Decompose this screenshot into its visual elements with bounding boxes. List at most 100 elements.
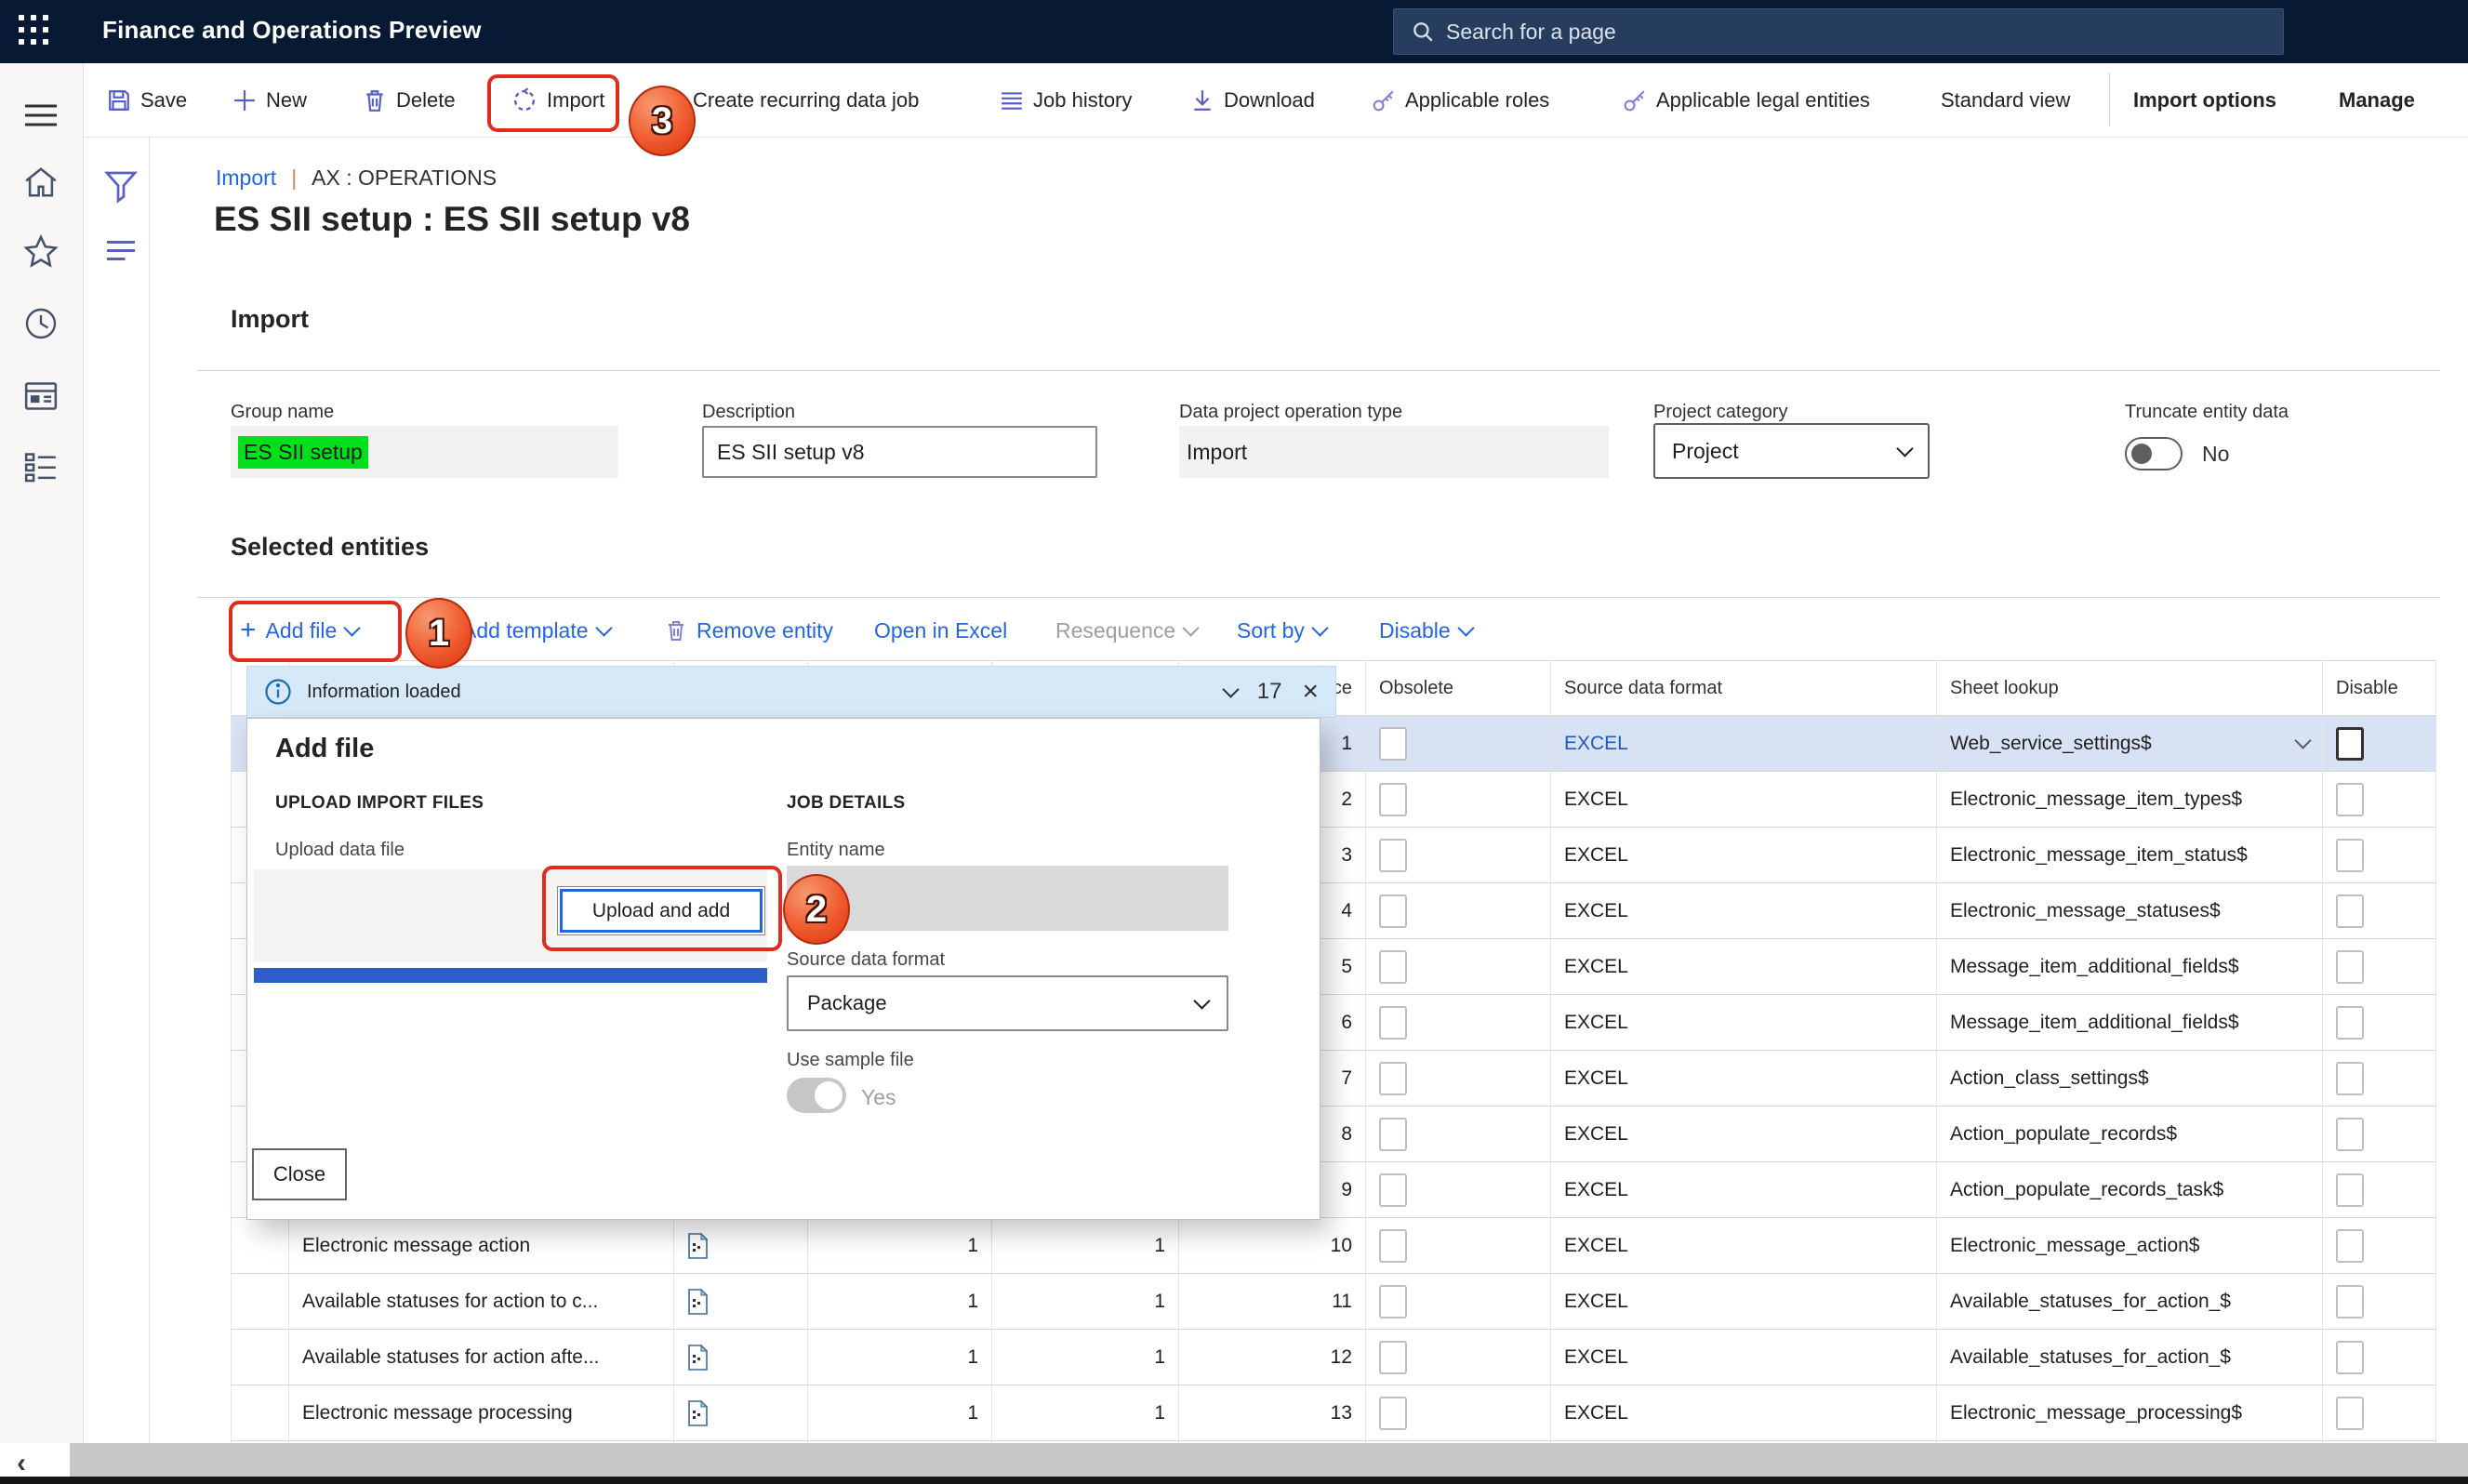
disable-checkbox[interactable] (2336, 1340, 2364, 1374)
entity-icon-cell[interactable] (674, 1274, 808, 1330)
close-icon[interactable]: × (1302, 678, 1319, 706)
sheet-lookup-cell[interactable]: Action_populate_records_task$ (1937, 1162, 2323, 1218)
disable-checkbox[interactable] (2336, 782, 2364, 816)
table-row[interactable]: Electronic message action 1 1 10 EXCEL Electr… (231, 1218, 2436, 1274)
row-selector-cell[interactable] (231, 1385, 289, 1441)
truncate-toggle[interactable] (2125, 437, 2183, 470)
sheet-lookup-cell[interactable]: Electronic_message_action$ (1937, 1218, 2323, 1274)
obsolete-checkbox[interactable] (1379, 894, 1407, 928)
download-button[interactable]: Download (1190, 63, 1315, 137)
disable-checkbox[interactable] (2336, 726, 2364, 761)
row-selector-cell[interactable] (231, 1218, 289, 1274)
row-selector-cell[interactable] (231, 1330, 289, 1385)
home-icon[interactable] (22, 164, 60, 201)
obsolete-cell (1366, 1051, 1551, 1106)
applicable-legal-entities-button[interactable]: Applicable legal entities (1623, 63, 1870, 137)
obsolete-checkbox[interactable] (1379, 949, 1407, 984)
sheet-lookup-cell[interactable]: Electronic_message_item_status$ (1937, 828, 2323, 883)
workspaces-icon[interactable] (22, 378, 60, 415)
modules-list-icon[interactable] (22, 448, 60, 485)
obsolete-checkbox[interactable] (1379, 1061, 1407, 1095)
source-format-cell: EXCEL (1551, 1051, 1937, 1106)
disable-checkbox[interactable] (2336, 1173, 2364, 1207)
header-source-format[interactable]: Source data format (1551, 661, 1937, 716)
sheet-lookup-cell[interactable]: Action_class_settings$ (1937, 1051, 2323, 1106)
project-category-select[interactable]: Project (1653, 423, 1930, 479)
description-input[interactable] (702, 426, 1097, 478)
obsolete-checkbox[interactable] (1379, 1340, 1407, 1374)
global-search-input[interactable]: Search for a page (1393, 8, 2284, 55)
table-row[interactable]: Available statuses for action afte... 1 1 1… (231, 1330, 2436, 1385)
source-format-cell: EXCEL (1551, 716, 1937, 772)
disable-checkbox[interactable] (2336, 1396, 2364, 1430)
breadcrumb-import-link[interactable]: Import (216, 166, 276, 191)
table-row[interactable]: Available statuses for action to c... 1 1 1… (231, 1274, 2436, 1330)
disable-checkbox[interactable] (2336, 1284, 2364, 1318)
disable-checkbox[interactable] (2336, 949, 2364, 984)
group-name-field[interactable]: ES SII setup (231, 426, 618, 478)
obsolete-cell (1366, 1274, 1551, 1330)
sheet-lookup-cell[interactable]: Message_item_additional_fields$ (1937, 939, 2323, 995)
dialog-close-button[interactable]: Close (252, 1148, 347, 1200)
sheet-lookup-cell[interactable]: Web_service_settings$ (1937, 716, 2323, 772)
source-format-select[interactable]: Package (787, 975, 1228, 1031)
disable-checkbox[interactable] (2336, 894, 2364, 928)
obsolete-checkbox[interactable] (1379, 1284, 1407, 1318)
obsolete-checkbox[interactable] (1379, 838, 1407, 872)
chevron-down-icon[interactable] (1222, 680, 1240, 698)
hamburger-menu-icon[interactable] (22, 97, 60, 134)
chevron-down-icon (1896, 439, 1914, 457)
obsolete-checkbox[interactable] (1379, 1005, 1407, 1040)
sheet-lookup-cell[interactable]: Message_item_additional_fields$ (1937, 995, 2323, 1051)
sheet-lookup-cell[interactable]: Electronic_message_processing$ (1937, 1385, 2323, 1441)
sort-by-button[interactable]: Sort by (1237, 606, 1329, 655)
job-history-button[interactable]: Job history (1000, 63, 1132, 137)
disable-checkbox[interactable] (2336, 1117, 2364, 1151)
obsolete-checkbox[interactable] (1379, 1228, 1407, 1263)
disable-checkbox[interactable] (2336, 838, 2364, 872)
waffle-menu-icon[interactable] (19, 15, 54, 50)
applicable-roles-button[interactable]: Applicable roles (1372, 63, 1549, 137)
obsolete-checkbox[interactable] (1379, 1396, 1407, 1430)
standard-view-button[interactable]: Standard view (1941, 63, 2070, 137)
disable-button[interactable]: Disable (1379, 606, 1475, 655)
chevron-down-icon[interactable] (2294, 732, 2312, 749)
sheet-lookup-cell[interactable]: Action_populate_records$ (1937, 1106, 2323, 1162)
entity-icon-cell[interactable] (674, 1385, 808, 1441)
new-button[interactable]: New (232, 63, 307, 137)
count-cell-1: 1 (808, 1330, 992, 1385)
header-disable[interactable]: Disable (2323, 661, 2436, 716)
entity-icon-cell[interactable] (674, 1218, 808, 1274)
obsolete-checkbox[interactable] (1379, 782, 1407, 816)
save-button[interactable]: Save (107, 63, 187, 137)
import-options-tab[interactable]: Import options (2133, 63, 2276, 137)
remove-entity-button[interactable]: Remove entity (665, 606, 833, 655)
sheet-lookup-cell[interactable]: Available_statuses_for_action_$ (1937, 1330, 2323, 1385)
obsolete-checkbox[interactable] (1379, 1117, 1407, 1151)
sheet-lookup-cell[interactable]: Electronic_message_item_types$ (1937, 772, 2323, 828)
filter-icon[interactable] (104, 167, 138, 206)
project-category-label: Project category (1653, 402, 1788, 422)
obsolete-checkbox[interactable] (1379, 1173, 1407, 1207)
disable-checkbox[interactable] (2336, 1061, 2364, 1095)
sheet-lookup-cell[interactable]: Available_statuses_for_action_$ (1937, 1274, 2323, 1330)
row-selector-cell[interactable] (231, 1274, 289, 1330)
header-obsolete[interactable]: Obsolete (1366, 661, 1551, 716)
horizontal-scrollbar[interactable] (70, 1443, 2468, 1477)
delete-button[interactable]: Delete (363, 63, 456, 137)
header-sheet-lookup[interactable]: Sheet lookup (1937, 661, 2323, 716)
disable-checkbox[interactable] (2336, 1228, 2364, 1263)
recent-clock-icon[interactable] (22, 305, 60, 342)
view-list-icon[interactable] (104, 236, 138, 268)
create-recurring-data-job-button[interactable]: Create recurring data job (693, 63, 919, 137)
add-template-button[interactable]: Add template (462, 606, 613, 655)
disable-checkbox[interactable] (2336, 1005, 2364, 1040)
favorites-star-icon[interactable] (22, 232, 60, 270)
top-navigation-bar: Finance and Operations Preview Search fo… (0, 0, 2468, 63)
sheet-lookup-cell[interactable]: Electronic_message_statuses$ (1937, 883, 2323, 939)
obsolete-checkbox[interactable] (1379, 726, 1407, 761)
entity-icon-cell[interactable] (674, 1330, 808, 1385)
table-row[interactable]: Electronic message processing 1 1 13 EXCEL El… (231, 1385, 2436, 1441)
manage-tab[interactable]: Manage (2339, 63, 2415, 137)
open-in-excel-button[interactable]: Open in Excel (874, 606, 1007, 655)
